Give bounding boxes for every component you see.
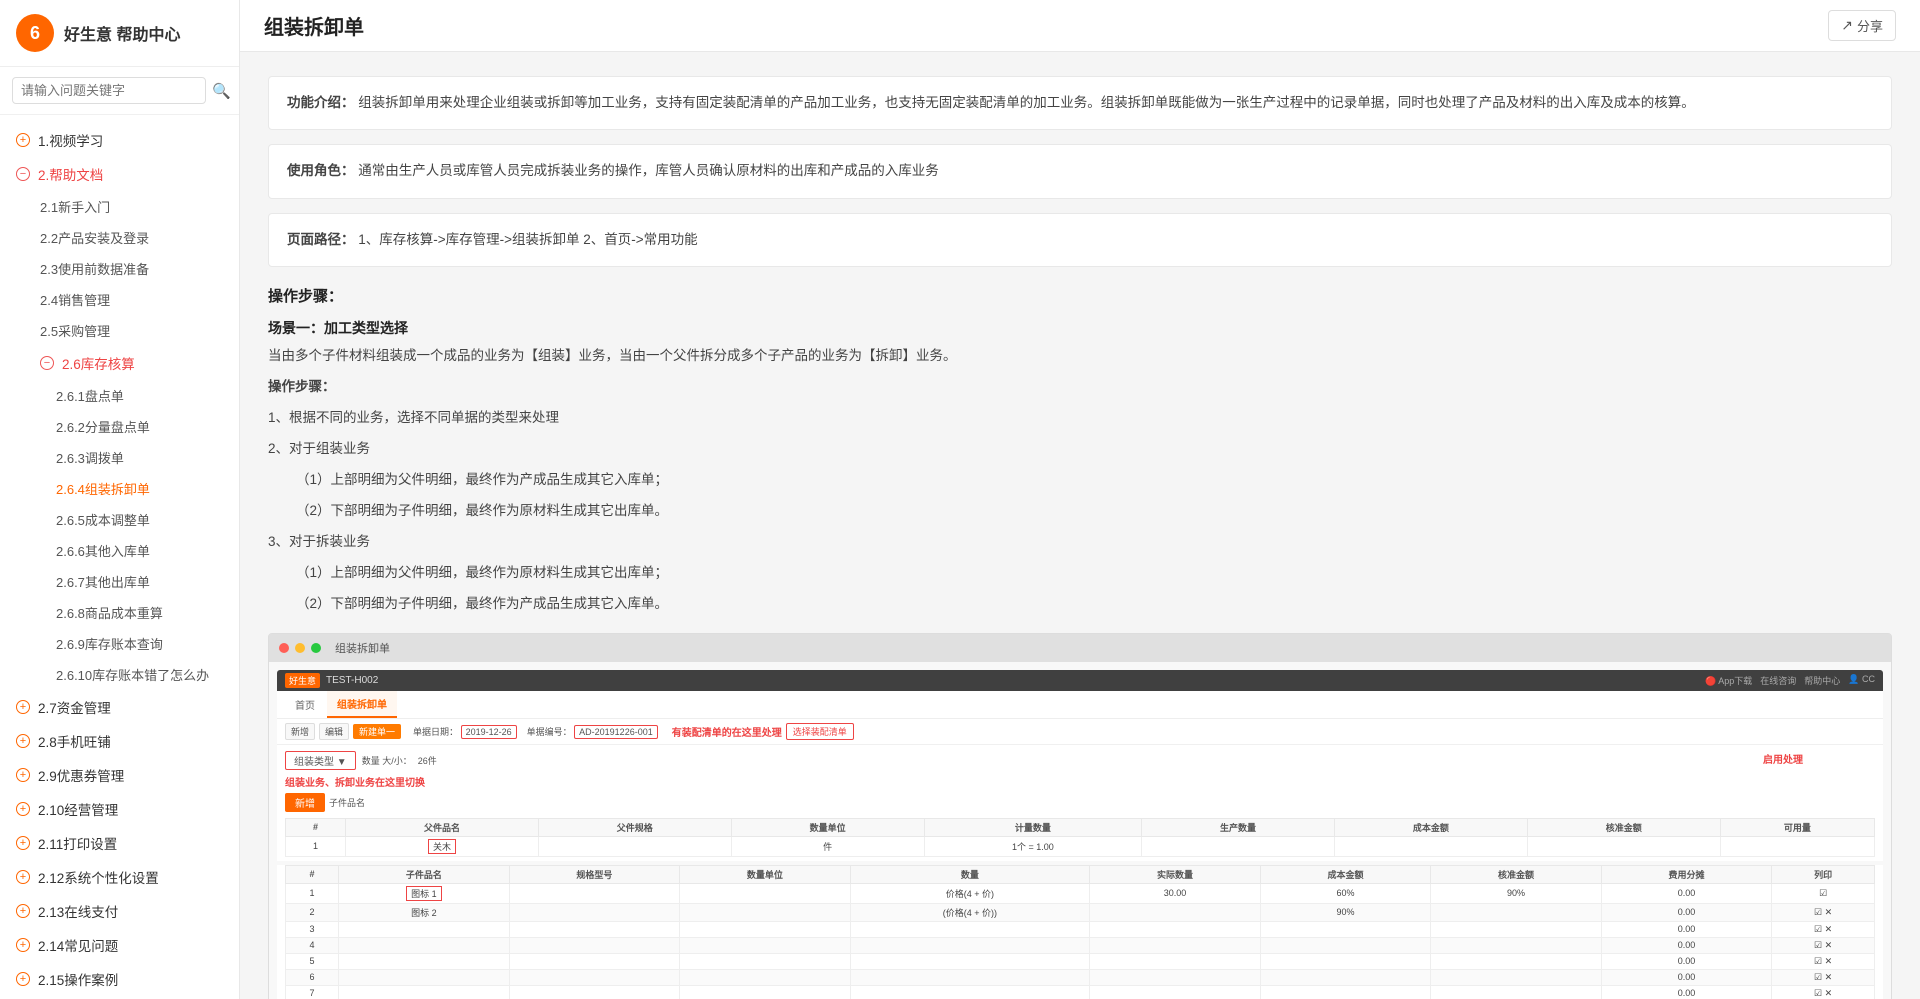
mock-bill-label: 单据编号 — [527, 727, 563, 737]
mock-date-value: 2019-12-26 — [461, 725, 517, 739]
path-label: 页面路径： — [287, 232, 355, 247]
plus-icon-7: + — [16, 870, 30, 884]
mock-tab-home[interactable]: 首页 — [285, 692, 325, 717]
step3: 3、对于拆装业务 — [268, 530, 1892, 555]
sidebar-item-cases[interactable]: + 2.15操作案例 — [0, 962, 239, 996]
screenshot-tab-title: 组装拆卸单 — [335, 640, 390, 656]
ops-title: 操作步骤： — [268, 285, 1892, 306]
sidebar-item-cost-adjust[interactable]: 2.6.5成本调整单 — [0, 504, 239, 535]
main-content: 组装拆卸单 ↗ 分享 功能介绍： 组装拆卸单用来处理企业组装或拆卸等加工业务，支… — [240, 0, 1920, 999]
sidebar-item-faq[interactable]: + 2.14常见问题 — [0, 928, 239, 962]
sidebar-item-sales[interactable]: 2.4销售管理 — [0, 284, 239, 315]
sidebar-header: 6 好生意 帮助中心 — [0, 0, 239, 67]
feature-intro-block: 功能介绍： 组装拆卸单用来处理企业组装或拆卸等加工业务，支持有固定装配清单的产品… — [268, 76, 1892, 130]
role-block: 使用角色： 通常由生产人员或库管人员完成拆装业务的操作，库管人员确认原材料的出库… — [268, 144, 1892, 198]
sidebar-item-inventory[interactable]: − 2.6库存核算 — [0, 346, 239, 380]
content-area: 功能介绍： 组装拆卸单用来处理企业组装或拆卸等加工业务，支持有固定装配清单的产品… — [240, 52, 1920, 999]
sidebar-item-install[interactable]: 2.2产品安装及登录 — [0, 222, 239, 253]
plus-icon: + — [16, 133, 30, 147]
role-label: 使用角色： — [287, 163, 355, 178]
sidebar-item-personalize[interactable]: + 2.12系统个性化设置 — [0, 860, 239, 894]
logo-text: 好生意 帮助中心 — [64, 21, 180, 45]
mock-bill-value: AD-20191226-001 — [574, 725, 658, 739]
sidebar-item-management[interactable]: + 2.10经营管理 — [0, 792, 239, 826]
step2: 2、对于组装业务 — [268, 437, 1892, 462]
sidebar-item-inventory-check[interactable]: 2.6.1盘点单 — [0, 380, 239, 411]
sidebar-item-video[interactable]: + 1.视频学习 — [0, 123, 239, 157]
sidebar-item-purchase[interactable]: 2.5采购管理 — [0, 315, 239, 346]
share-icon: ↗ — [1841, 17, 1853, 34]
mock-annotation2: 组装业务、拆卸业务在这里切换 — [285, 774, 1875, 789]
sidebar-item-print[interactable]: + 2.11打印设置 — [0, 826, 239, 860]
sidebar-item-other-in[interactable]: 2.6.6其他入库单 — [0, 535, 239, 566]
sidebar-item-stock-ledger[interactable]: 2.6.9库存账本查询 — [0, 628, 239, 659]
mock-annotation3: 启用处理 — [1763, 751, 1803, 766]
scene1-title: 场景一：加工类型选择 — [268, 318, 1892, 338]
step2-1: （1）上部明细为父件明细，最终作为产成品生成其它入库单； — [268, 468, 1892, 493]
mock-table-lower: #子件品名规格型号数量单位数量实际数量成本金额核准金额费用分摊列印 1图标 1 … — [285, 865, 1875, 999]
minus-icon: − — [16, 167, 30, 181]
screenshot-wrapper: 组装拆卸单 好生意 TEST-H002 🔴 App下载 在线咨询 帮助中心 👤 … — [268, 633, 1892, 999]
mock-date-label: 单据日期 — [413, 727, 449, 737]
sidebar-item-assembly[interactable]: 2.6.4组装拆卸单 — [0, 473, 239, 504]
scene1-desc: 当由多个子件材料组装成一个成品的业务为【组装】业务，当由一个父件拆分成多个子产品… — [268, 344, 1892, 369]
sidebar-item-mobile[interactable]: + 2.8手机旺铺 — [0, 724, 239, 758]
plus-icon-9: + — [16, 938, 30, 952]
sidebar-item-other-out[interactable]: 2.6.7其他出库单 — [0, 566, 239, 597]
plus-icon-3: + — [16, 734, 30, 748]
sidebar-item-payment[interactable]: + 2.13在线支付 — [0, 894, 239, 928]
feature-intro-label: 功能介绍： — [287, 95, 355, 110]
sidebar-item-finance[interactable]: + 2.7资金管理 — [0, 690, 239, 724]
mock-tab-assembly[interactable]: 组装拆卸单 — [327, 691, 397, 718]
mock-annotation1: 有装配清单的在这里处理 — [672, 724, 782, 739]
mock-btn-action[interactable]: 新增 — [285, 793, 325, 812]
search-bar: 🔍 — [0, 67, 239, 115]
mock-btn-select-list[interactable]: 选择装配清单 — [786, 723, 854, 740]
role-text: 通常由生产人员或库管人员完成拆装业务的操作，库管人员确认原材料的出库和产成品的入… — [358, 163, 939, 178]
sidebar-item-data-prep[interactable]: 2.3使用前数据准备 — [0, 253, 239, 284]
sidebar-item-transfer[interactable]: 2.6.3调拨单 — [0, 442, 239, 473]
plus-icon-5: + — [16, 802, 30, 816]
topbar: 组装拆卸单 ↗ 分享 — [240, 0, 1920, 52]
plus-icon-10: + — [16, 972, 30, 986]
plus-icon-2: + — [16, 700, 30, 714]
plus-icon-8: + — [16, 904, 30, 918]
search-button[interactable]: 🔍 — [212, 82, 231, 100]
feature-intro-text: 组装拆卸单用来处理企业组装或拆卸等加工业务，支持有固定装配清单的产品加工业务，也… — [358, 95, 1695, 110]
mock-btn-edit[interactable]: 编辑 — [319, 723, 349, 740]
share-button[interactable]: ↗ 分享 — [1828, 10, 1896, 41]
mock-company: TEST-H002 — [326, 675, 378, 686]
sidebar-item-partial-check[interactable]: 2.6.2分量盘点单 — [0, 411, 239, 442]
path-text: 1、库存核算->库存管理->组装拆卸单 2、首页->常用功能 — [358, 232, 697, 247]
mock-child-label: 子件品名 — [329, 796, 365, 809]
search-input[interactable] — [12, 77, 206, 104]
mock-btn-new-single[interactable]: 新建单一 — [353, 724, 401, 739]
sidebar-item-beginner[interactable]: 2.1新手入门 — [0, 191, 239, 222]
sidebar-nav: + 1.视频学习 − 2.帮助文档 2.1新手入门 2.2产品安装及登录 2.3… — [0, 115, 239, 999]
step1: 1、根据不同的业务，选择不同单据的类型来处理 — [268, 406, 1892, 431]
page-title: 组装拆卸单 — [264, 11, 364, 40]
plus-icon-4: + — [16, 768, 30, 782]
mock-table-upper: #父件品名父件规格数量单位计量数量生产数量成本金额核准金额可用量 1 关木 件1… — [285, 818, 1875, 857]
logo-icon: 6 — [16, 14, 54, 52]
sidebar-item-help-docs[interactable]: − 2.帮助文档 — [0, 157, 239, 191]
sidebar-item-cost-recalc[interactable]: 2.6.8商品成本重算 — [0, 597, 239, 628]
step3-2: （2）下部明细为子件明细，最终作为产成品生成其它入库单。 — [268, 592, 1892, 617]
ops-steps-title: 操作步骤： — [268, 375, 1892, 400]
plus-icon-6: + — [16, 836, 30, 850]
path-block: 页面路径： 1、库存核算->库存管理->组装拆卸单 2、首页->常用功能 — [268, 213, 1892, 267]
mock-type-selector[interactable]: 组装类型 ▼ — [285, 751, 356, 770]
sidebar-item-stock-fix[interactable]: 2.6.10库存账本错了怎么办 — [0, 659, 239, 690]
mock-btn-add[interactable]: 新增 — [285, 723, 315, 740]
sidebar: 6 好生意 帮助中心 🔍 + 1.视频学习 − 2.帮助文档 2.1新手入门 2… — [0, 0, 240, 999]
step3-1: （1）上部明细为父件明细，最终作为原材料生成其它出库单； — [268, 561, 1892, 586]
step2-2: （2）下部明细为子件明细，最终作为原材料生成其它出库单。 — [268, 499, 1892, 524]
sidebar-item-coupon[interactable]: + 2.9优惠券管理 — [0, 758, 239, 792]
minus-icon-2: − — [40, 356, 54, 370]
